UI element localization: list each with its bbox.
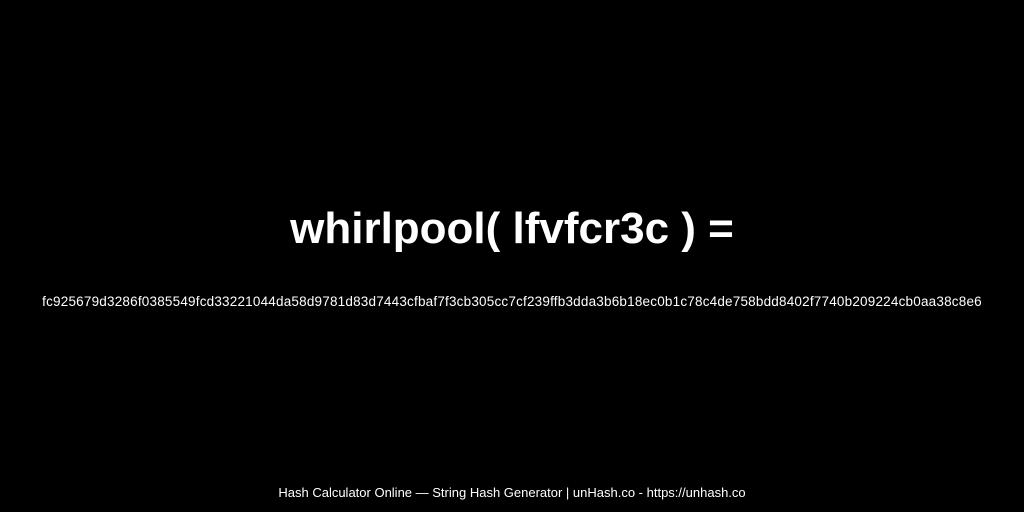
- hash-function-title: whirlpool( lfvfcr3c ) =: [290, 204, 734, 254]
- hash-output: fc925679d3286f0385549fcd33221044da58d978…: [42, 294, 982, 309]
- footer-attribution: Hash Calculator Online — String Hash Gen…: [0, 485, 1024, 500]
- main-content: whirlpool( lfvfcr3c ) = fc925679d3286f03…: [0, 0, 1024, 512]
